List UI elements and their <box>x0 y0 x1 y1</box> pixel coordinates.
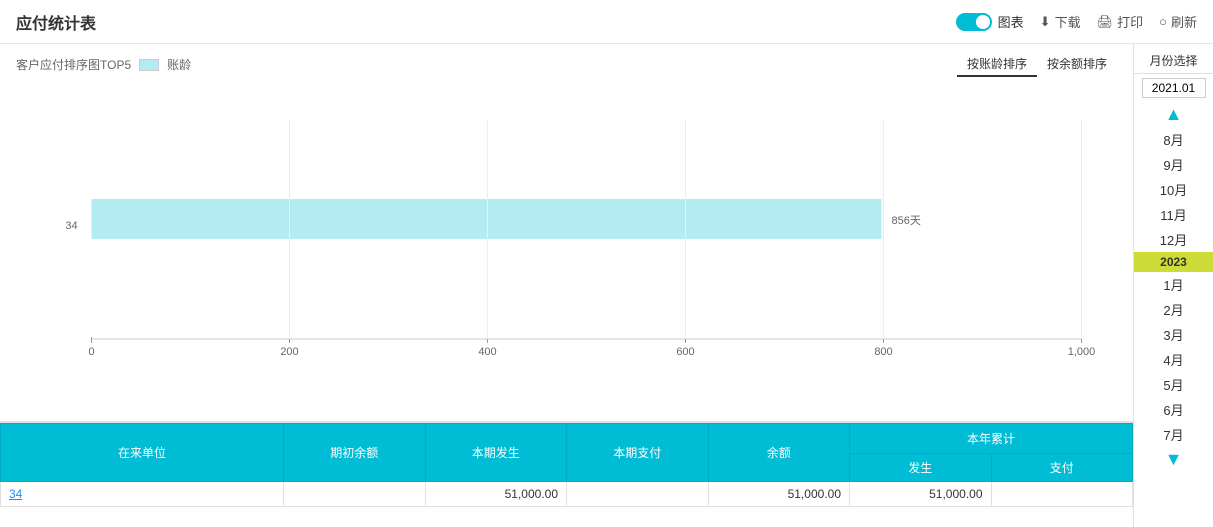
legend-box <box>139 59 159 71</box>
sidebar-up-button[interactable]: ▲ <box>1165 102 1183 127</box>
chart-toggle[interactable] <box>956 13 992 31</box>
sidebar-month-5[interactable]: 5月 <box>1134 372 1213 397</box>
svg-text:800: 800 <box>874 346 892 358</box>
main-content: 客户应付排序图TOP5 账龄 按账龄排序 按余额排序 34 856天 <box>0 44 1213 527</box>
svg-text:200: 200 <box>280 346 298 358</box>
svg-text:34: 34 <box>65 220 77 232</box>
app-header: 应付统计表 图表 ⬇ 下载 🖨 打印 ○ 刷新 <box>0 0 1213 44</box>
chart-legend: 客户应付排序图TOP5 账龄 <box>16 56 191 73</box>
sidebar-down-button[interactable]: ▼ <box>1165 447 1183 472</box>
col-header-unit: 在来单位 <box>1 424 284 482</box>
cell-unit-id[interactable]: 34 <box>1 482 284 507</box>
sidebar-month-4[interactable]: 4月 <box>1134 347 1213 372</box>
download-button[interactable]: ⬇ 下载 <box>1040 12 1081 31</box>
sidebar-month-11[interactable]: 11月 <box>1134 202 1213 227</box>
refresh-button[interactable]: ○ 刷新 <box>1159 12 1197 31</box>
sidebar-month-9[interactable]: 9月 <box>1134 152 1213 177</box>
chart-area: 客户应付排序图TOP5 账龄 按账龄排序 按余额排序 34 856天 <box>0 44 1133 527</box>
table-wrapper: 在来单位 期初余额 本期发生 本期支付 余额 本年累计 发生 支付 <box>0 423 1133 507</box>
svg-text:856天: 856天 <box>892 215 921 227</box>
chart-header: 客户应付排序图TOP5 账龄 按账龄排序 按余额排序 <box>0 44 1133 81</box>
chart-sort-tabs: 按账龄排序 按余额排序 <box>957 52 1117 77</box>
col-header-balance: 余额 <box>708 424 850 482</box>
cell-current-occ: 51,000.00 <box>425 482 567 507</box>
col-header-year-occ: 发生 <box>850 454 992 482</box>
table-row: 34 51,000.00 51,000.00 51,000.00 <box>1 482 1133 507</box>
table-area: 在来单位 期初余额 本期发生 本期支付 余额 本年累计 发生 支付 <box>0 421 1133 507</box>
sort-tab-balance[interactable]: 按余额排序 <box>1037 52 1117 77</box>
print-icon: 🖨 <box>1097 14 1114 30</box>
svg-text:0: 0 <box>88 346 94 358</box>
col-header-year-pay: 支付 <box>991 454 1133 482</box>
data-table: 在来单位 期初余额 本期发生 本期支付 余额 本年累计 发生 支付 <box>0 423 1133 507</box>
cell-current-pay <box>567 482 709 507</box>
svg-text:400: 400 <box>478 346 496 358</box>
cell-period-balance <box>284 482 426 507</box>
sidebar-month-3[interactable]: 3月 <box>1134 322 1213 347</box>
sidebar-month-7[interactable]: 7月 <box>1134 422 1213 447</box>
print-button[interactable]: 🖨 打印 <box>1097 12 1144 31</box>
sidebar-month-1[interactable]: 1月 <box>1134 272 1213 297</box>
bar-chart: 34 856天 0 200 400 600 <box>16 89 1117 369</box>
header-actions: 图表 ⬇ 下载 🖨 打印 ○ 刷新 <box>956 12 1197 31</box>
col-header-current-occ: 本期发生 <box>425 424 567 482</box>
sidebar-month-2[interactable]: 2月 <box>1134 297 1213 322</box>
page-title: 应付统计表 <box>16 10 96 34</box>
col-header-period-balance: 期初余额 <box>284 424 426 482</box>
col-header-current-pay: 本期支付 <box>567 424 709 482</box>
chart-container: 34 856天 0 200 400 600 <box>0 81 1133 421</box>
cell-balance: 51,000.00 <box>708 482 850 507</box>
download-icon: ⬇ <box>1040 14 1051 30</box>
chart-toggle-wrap: 图表 <box>956 12 1024 31</box>
svg-text:600: 600 <box>676 346 694 358</box>
right-sidebar: 月份选择 ▲ 8月 9月 10月 11月 12月 2023 1月 2月 3月 4… <box>1133 44 1213 527</box>
sidebar-year-2023[interactable]: 2023 <box>1134 252 1213 272</box>
legend-label: 客户应付排序图TOP5 <box>16 56 131 73</box>
svg-text:1,000: 1,000 <box>1068 346 1096 358</box>
chart-toggle-label: 图表 <box>998 12 1024 31</box>
refresh-icon: ○ <box>1159 14 1167 29</box>
cell-year-pay <box>991 482 1133 507</box>
cell-year-occ: 51,000.00 <box>850 482 992 507</box>
col-header-year-total: 本年累计 <box>850 424 1133 454</box>
legend-box-label: 账龄 <box>167 56 191 73</box>
sidebar-month-6[interactable]: 6月 <box>1134 397 1213 422</box>
bar-34 <box>92 199 882 239</box>
sidebar-title: 月份选择 <box>1134 48 1213 74</box>
sidebar-month-10[interactable]: 10月 <box>1134 177 1213 202</box>
sidebar-month-12[interactable]: 12月 <box>1134 227 1213 252</box>
sidebar-year-input[interactable] <box>1142 78 1206 98</box>
sidebar-month-8[interactable]: 8月 <box>1134 127 1213 152</box>
sort-tab-age[interactable]: 按账龄排序 <box>957 52 1037 77</box>
